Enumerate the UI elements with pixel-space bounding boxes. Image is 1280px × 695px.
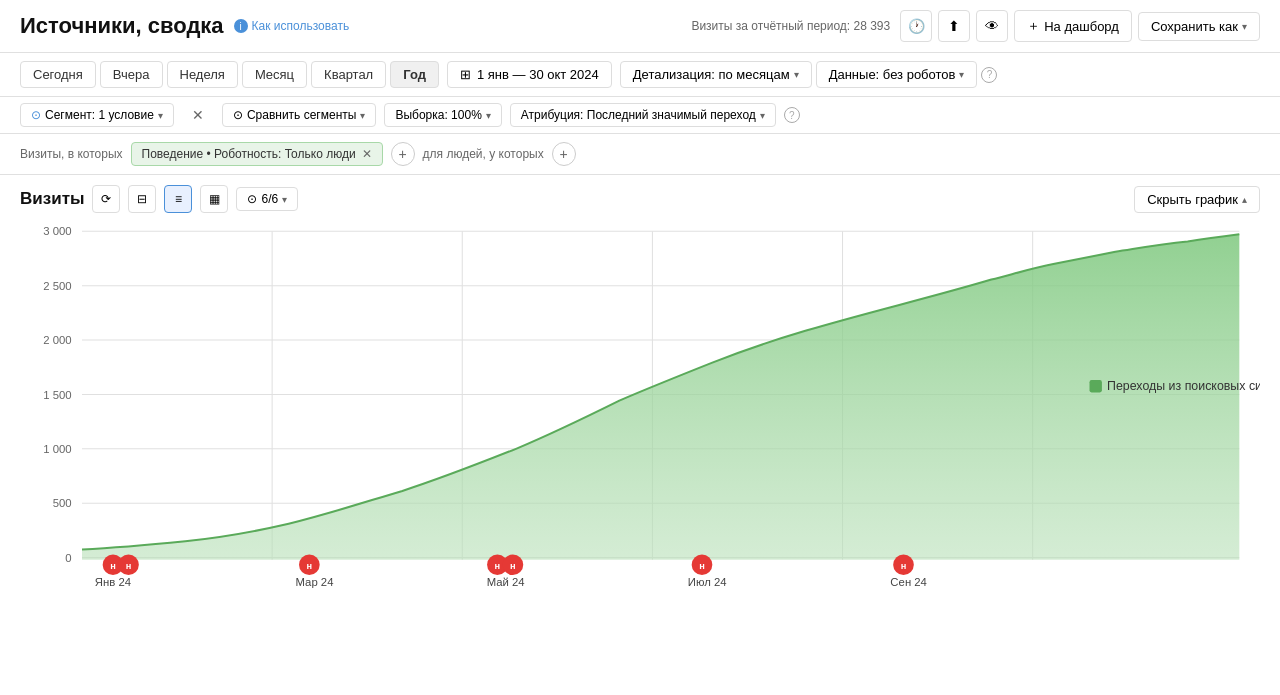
- svg-text:Мар 24: Мар 24: [295, 576, 333, 588]
- dashboard-label: На дашборд: [1044, 19, 1119, 34]
- svg-text:2 000: 2 000: [43, 334, 71, 346]
- svg-text:н: н: [510, 561, 516, 571]
- chart-type-area-button[interactable]: ⊟: [128, 185, 156, 213]
- period-year-button[interactable]: Год: [390, 61, 439, 88]
- segment-label: Сегмент: 1 условие: [45, 108, 154, 122]
- how-to-use-link[interactable]: i Как использовать: [234, 19, 350, 33]
- svg-text:1 000: 1 000: [43, 443, 71, 455]
- how-to-use-label: Как использовать: [252, 19, 350, 33]
- svg-text:3 000: 3 000: [43, 225, 71, 237]
- save-label: Сохранить как: [1151, 19, 1238, 34]
- chart-type-line-button[interactable]: ⟳: [92, 185, 120, 213]
- compare-button[interactable]: 👁: [976, 10, 1008, 42]
- add-person-filter-button[interactable]: +: [552, 142, 576, 166]
- metrics-button[interactable]: ⊙ 6/6 ▾: [236, 187, 298, 211]
- svg-text:Янв 24: Янв 24: [95, 576, 131, 588]
- svg-text:500: 500: [53, 497, 72, 509]
- chevron-down-icon: ▾: [794, 69, 799, 80]
- period-week-button[interactable]: Неделя: [167, 61, 238, 88]
- svg-text:0: 0: [65, 552, 71, 564]
- remove-segment-button[interactable]: ✕: [182, 103, 214, 127]
- svg-text:Июл 24: Июл 24: [688, 576, 727, 588]
- period-yesterday-button[interactable]: Вчера: [100, 61, 163, 88]
- attribution-button[interactable]: Атрибуция: Последний значимый переход ▾: [510, 103, 776, 127]
- chevron-down-icon: ▾: [959, 69, 964, 80]
- page-title: Источники, сводка: [20, 13, 224, 39]
- hide-chart-label: Скрыть график: [1147, 192, 1238, 207]
- data-help-icon[interactable]: ?: [981, 67, 997, 83]
- save-button[interactable]: Сохранить как ▾: [1138, 12, 1260, 41]
- sample-label: Выборка: 100%: [395, 108, 481, 122]
- svg-rect-38: [1090, 380, 1102, 392]
- chart-type-bar-button[interactable]: ▦: [200, 185, 228, 213]
- add-filter-button[interactable]: +: [391, 142, 415, 166]
- svg-text:1 500: 1 500: [43, 389, 71, 401]
- page-header: Источники, сводка i Как использовать Виз…: [0, 0, 1280, 53]
- period-toolbar: Сегодня Вчера Неделя Месяц Квартал Год ⊞…: [0, 53, 1280, 97]
- chevron-down-icon: ▾: [1242, 21, 1247, 32]
- data-label: Данные: без роботов: [829, 67, 956, 82]
- chart-title: Визиты: [20, 189, 84, 209]
- svg-text:Сен 24: Сен 24: [890, 576, 927, 588]
- calendar-icon: ⊞: [460, 67, 471, 82]
- hide-chart-button[interactable]: Скрыть график ▴: [1134, 186, 1260, 213]
- chevron-down-icon: ▾: [282, 194, 287, 205]
- attr-help-icon[interactable]: ?: [784, 107, 800, 123]
- period-today-button[interactable]: Сегодня: [20, 61, 96, 88]
- behavior-tag: Поведение • Роботность: Только люди ✕: [131, 142, 383, 166]
- segment-bar: ⊙ Сегмент: 1 условие ▾ ✕ ⊙ Сравнить сегм…: [0, 97, 1280, 134]
- svg-text:н: н: [126, 561, 132, 571]
- chevron-down-icon: ▾: [486, 110, 491, 121]
- share-button[interactable]: ⬆: [938, 10, 970, 42]
- header-actions: 🕐 ⬆ 👁 ＋ На дашборд Сохранить как ▾: [900, 10, 1260, 42]
- visits-summary: Визиты за отчётный период: 28 393: [691, 19, 890, 33]
- detail-label: Детализация: по месяцам: [633, 67, 790, 82]
- period-quarter-button[interactable]: Квартал: [311, 61, 386, 88]
- svg-text:Май 24: Май 24: [487, 576, 525, 588]
- dashboard-button[interactable]: ＋ На дашборд: [1014, 10, 1132, 42]
- chevron-down-icon: ▾: [360, 110, 365, 121]
- svg-text:Переходы из поисковых систем: Переходы из поисковых систем: [1107, 379, 1260, 393]
- chevron-down-icon: ▾: [760, 110, 765, 121]
- filter-bar: Визиты, в которых Поведение • Роботность…: [0, 134, 1280, 175]
- svg-text:н: н: [307, 561, 313, 571]
- chart-type-stacked-button[interactable]: ≡: [164, 185, 192, 213]
- tag-close-button[interactable]: ✕: [362, 147, 372, 161]
- compare-label: Сравнить сегменты: [247, 108, 357, 122]
- filter-visits-label: Визиты, в которых: [20, 147, 123, 161]
- info-icon: i: [234, 19, 248, 33]
- period-month-button[interactable]: Месяц: [242, 61, 307, 88]
- filter-separator: для людей, у которых: [423, 147, 544, 161]
- chart-controls: Визиты ⟳ ⊟ ≡ ▦ ⊙ 6/6 ▾ Скрыть график ▴: [20, 185, 1260, 213]
- svg-text:н: н: [901, 561, 907, 571]
- svg-text:2 500: 2 500: [43, 280, 71, 292]
- date-range-button[interactable]: ⊞ 1 янв — 30 окт 2024: [447, 61, 612, 88]
- sample-button[interactable]: Выборка: 100% ▾: [384, 103, 501, 127]
- plus-icon: ＋: [1027, 17, 1040, 35]
- history-button[interactable]: 🕐: [900, 10, 932, 42]
- area-chart: 0 500 1 000 1 500 2 000 2 500 3 000 н н …: [20, 221, 1260, 611]
- metrics-dot-icon: ⊙: [247, 192, 257, 206]
- behavior-tag-text: Поведение • Роботность: Только люди: [142, 147, 356, 161]
- data-button[interactable]: Данные: без роботов ▾: [816, 61, 978, 88]
- compare-segments-button[interactable]: ⊙ Сравнить сегменты ▾: [222, 103, 377, 127]
- metrics-label: 6/6: [261, 192, 278, 206]
- svg-text:н: н: [699, 561, 705, 571]
- svg-text:н: н: [495, 561, 501, 571]
- chevron-up-icon: ▴: [1242, 194, 1247, 205]
- segment-icon: ⊙: [31, 108, 41, 122]
- chevron-down-icon: ▾: [158, 110, 163, 121]
- chart-wrapper: 0 500 1 000 1 500 2 000 2 500 3 000 н н …: [20, 221, 1260, 611]
- svg-text:н: н: [110, 561, 116, 571]
- chart-section: Визиты ⟳ ⊟ ≡ ▦ ⊙ 6/6 ▾ Скрыть график ▴: [0, 175, 1280, 621]
- compare-icon: ⊙: [233, 108, 243, 122]
- detail-button[interactable]: Детализация: по месяцам ▾: [620, 61, 812, 88]
- attribution-label: Атрибуция: Последний значимый переход: [521, 108, 756, 122]
- segment-button[interactable]: ⊙ Сегмент: 1 условие ▾: [20, 103, 174, 127]
- date-range-label: 1 янв — 30 окт 2024: [477, 67, 599, 82]
